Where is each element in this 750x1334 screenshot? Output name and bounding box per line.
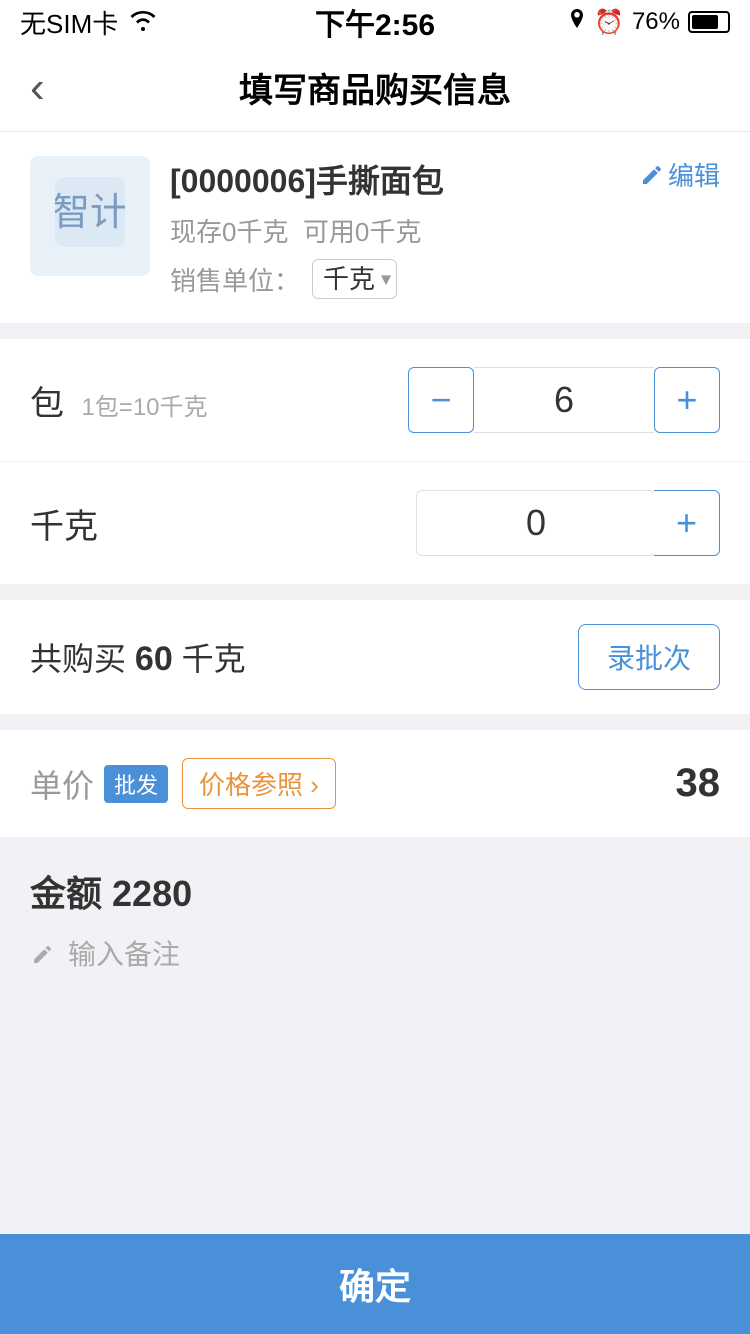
unit-select-wrapper[interactable]: 千克 (312, 259, 397, 299)
battery-icon (688, 11, 730, 33)
confirm-button[interactable]: 确定 (0, 1234, 750, 1334)
bag-qty-input[interactable] (474, 367, 654, 433)
nav-bar: ‹ 填写商品购买信息 (0, 44, 750, 132)
product-edit-area: 编辑 (640, 156, 720, 193)
carrier-text: 无SIM卡 (20, 4, 118, 41)
product-name: [0000006]手撕面包 (170, 156, 620, 202)
divider-2 (0, 584, 750, 600)
kg-qty-control[interactable]: + (416, 490, 720, 556)
product-thumbnail: 智计 (30, 156, 150, 276)
total-section: 共购买 60 千克 录批次 (0, 600, 750, 714)
edit-label: 编辑 (668, 156, 720, 193)
product-logo: 智计 (55, 177, 125, 256)
price-tag: 批发 (104, 765, 168, 803)
amount-section: 金额 2280 输入备注 (0, 837, 750, 1234)
status-left: 无SIM卡 (20, 4, 158, 41)
total-row: 共购买 60 千克 录批次 (0, 600, 750, 714)
bag-qty-control[interactable]: − + (408, 367, 720, 433)
kg-qty-input[interactable] (416, 490, 656, 556)
location-icon (568, 8, 586, 37)
product-card: 智计 [0000006]手撕面包 现存0千克 可用0千克 销售单位： 千克 编辑 (0, 132, 750, 323)
price-label: 单价 (30, 761, 94, 807)
pencil-icon (30, 939, 58, 967)
bag-increment-button[interactable]: + (654, 367, 720, 433)
wifi-icon (128, 7, 158, 38)
batch-button[interactable]: 录批次 (578, 624, 720, 690)
status-bar: 无SIM卡 下午2:56 ⏰ 76% (0, 0, 750, 44)
product-unit-row: 销售单位： 千克 (170, 259, 620, 299)
product-stock: 现存0千克 可用0千克 (170, 212, 620, 249)
product-info: [0000006]手撕面包 现存0千克 可用0千克 销售单位： 千克 (170, 156, 620, 299)
price-section: 单价 批发 价格参照 › 38 (0, 730, 750, 837)
remark-placeholder: 输入备注 (68, 933, 180, 973)
svg-text:智计: 智计 (55, 192, 125, 234)
unit-select[interactable]: 千克 (312, 259, 397, 299)
bag-conversion: 1包=10千克 (81, 394, 207, 421)
price-value: 38 (676, 761, 721, 806)
amount-label: 金额 2280 (30, 865, 720, 917)
unit-label: 销售单位： (170, 261, 300, 298)
kg-label: 千克 (30, 499, 416, 548)
divider-1 (0, 323, 750, 339)
divider-3 (0, 714, 750, 730)
edit-button[interactable]: 编辑 (640, 156, 720, 193)
time-display: 下午2:56 (315, 0, 435, 44)
bag-label: 包 1包=10千克 (30, 376, 408, 425)
battery-percent: 76% (632, 8, 680, 36)
bag-qty-row: 包 1包=10千克 − + (0, 339, 750, 462)
bag-decrement-button[interactable]: − (408, 367, 474, 433)
status-right: ⏰ 76% (568, 8, 730, 37)
total-label: 共购买 60 千克 (30, 634, 578, 680)
remark-row[interactable]: 输入备注 (30, 933, 720, 973)
page-title: 填写商品购买信息 (239, 63, 511, 112)
price-reference-button[interactable]: 价格参照 › (182, 758, 336, 809)
back-button[interactable]: ‹ (30, 66, 45, 110)
kg-qty-row: 千克 + (0, 462, 750, 584)
kg-increment-button[interactable]: + (654, 490, 720, 556)
alarm-icon: ⏰ (594, 8, 624, 37)
quantity-section: 包 1包=10千克 − + 千克 + (0, 339, 750, 584)
